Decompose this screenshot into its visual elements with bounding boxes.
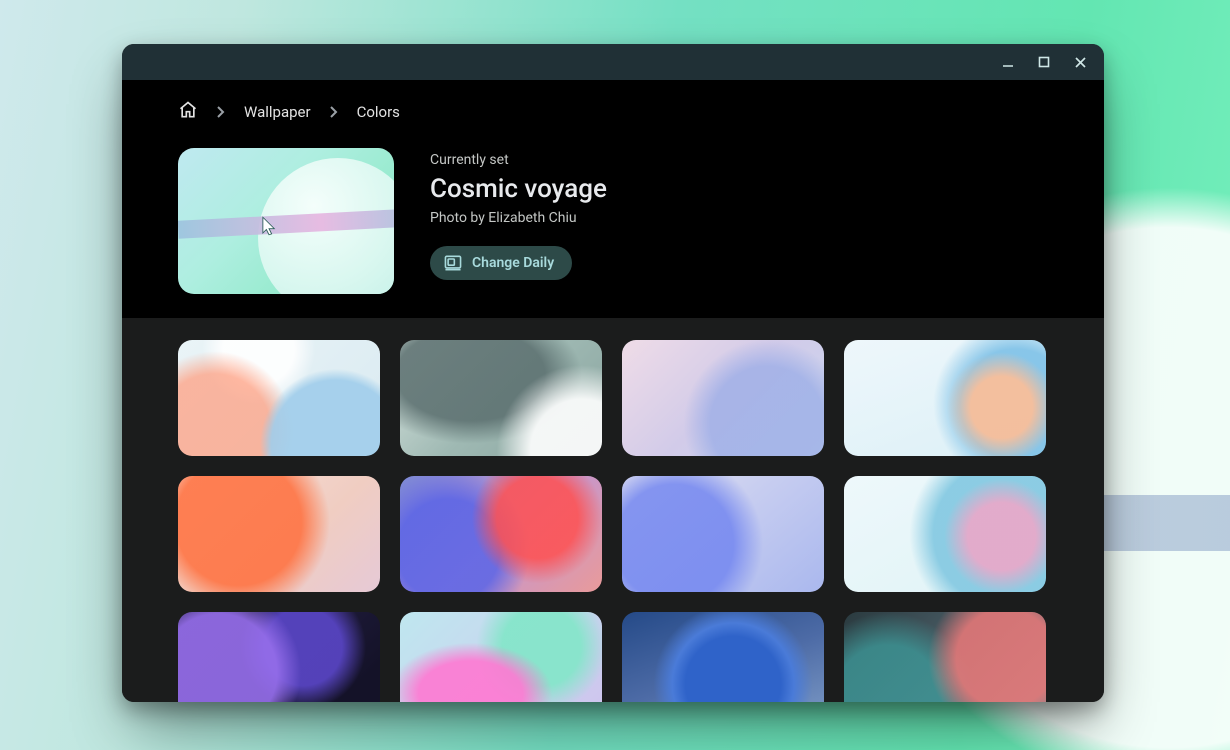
cursor-icon bbox=[262, 216, 276, 236]
maximize-button[interactable] bbox=[1030, 48, 1058, 76]
chevron-right-icon bbox=[216, 106, 226, 118]
wallpaper-grid-section bbox=[122, 318, 1104, 702]
wallpaper-byline: Photo by Elizabeth Chiu bbox=[430, 210, 607, 226]
breadcrumb-colors: Colors bbox=[357, 103, 400, 121]
wallpaper-tile[interactable] bbox=[844, 612, 1046, 702]
wallpaper-tile[interactable] bbox=[178, 476, 380, 592]
breadcrumb: Wallpaper Colors bbox=[178, 90, 1048, 134]
minimize-button[interactable] bbox=[994, 48, 1022, 76]
wallpaper-tile[interactable] bbox=[622, 612, 824, 702]
change-daily-label: Change Daily bbox=[472, 255, 554, 271]
desktop-background: Wallpaper Colors Currently set Cosmic vo… bbox=[0, 0, 1230, 750]
header-section: Wallpaper Colors Currently set Cosmic vo… bbox=[122, 80, 1104, 318]
maximize-icon bbox=[1038, 56, 1050, 68]
chevron-right-icon bbox=[329, 106, 339, 118]
wallpaper-tile[interactable] bbox=[622, 340, 824, 456]
wallpaper-tile[interactable] bbox=[400, 612, 602, 702]
current-wallpaper-thumbnail[interactable] bbox=[178, 148, 394, 294]
close-button[interactable] bbox=[1066, 48, 1094, 76]
wallpaper-tile[interactable] bbox=[400, 340, 602, 456]
breadcrumb-wallpaper[interactable]: Wallpaper bbox=[244, 103, 311, 121]
current-wallpaper-row: Currently set Cosmic voyage Photo by Eli… bbox=[178, 148, 1048, 294]
wallpaper-icon bbox=[444, 255, 462, 271]
wallpaper-tile[interactable] bbox=[178, 612, 380, 702]
home-icon bbox=[178, 100, 198, 120]
minimize-icon bbox=[1001, 55, 1015, 69]
window-titlebar bbox=[122, 44, 1104, 80]
wallpaper-tile[interactable] bbox=[844, 476, 1046, 592]
wallpaper-tile[interactable] bbox=[400, 476, 602, 592]
wallpaper-tile[interactable] bbox=[844, 340, 1046, 456]
change-daily-button[interactable]: Change Daily bbox=[430, 246, 572, 280]
close-icon bbox=[1074, 56, 1087, 69]
wallpaper-grid bbox=[178, 340, 1048, 702]
wallpaper-title: Cosmic voyage bbox=[430, 174, 607, 204]
home-button[interactable] bbox=[178, 100, 198, 124]
currently-set-label: Currently set bbox=[430, 152, 607, 168]
wallpaper-tile[interactable] bbox=[622, 476, 824, 592]
current-wallpaper-meta: Currently set Cosmic voyage Photo by Eli… bbox=[430, 148, 607, 280]
wallpaper-tile[interactable] bbox=[178, 340, 380, 456]
wallpaper-settings-window: Wallpaper Colors Currently set Cosmic vo… bbox=[122, 44, 1104, 702]
